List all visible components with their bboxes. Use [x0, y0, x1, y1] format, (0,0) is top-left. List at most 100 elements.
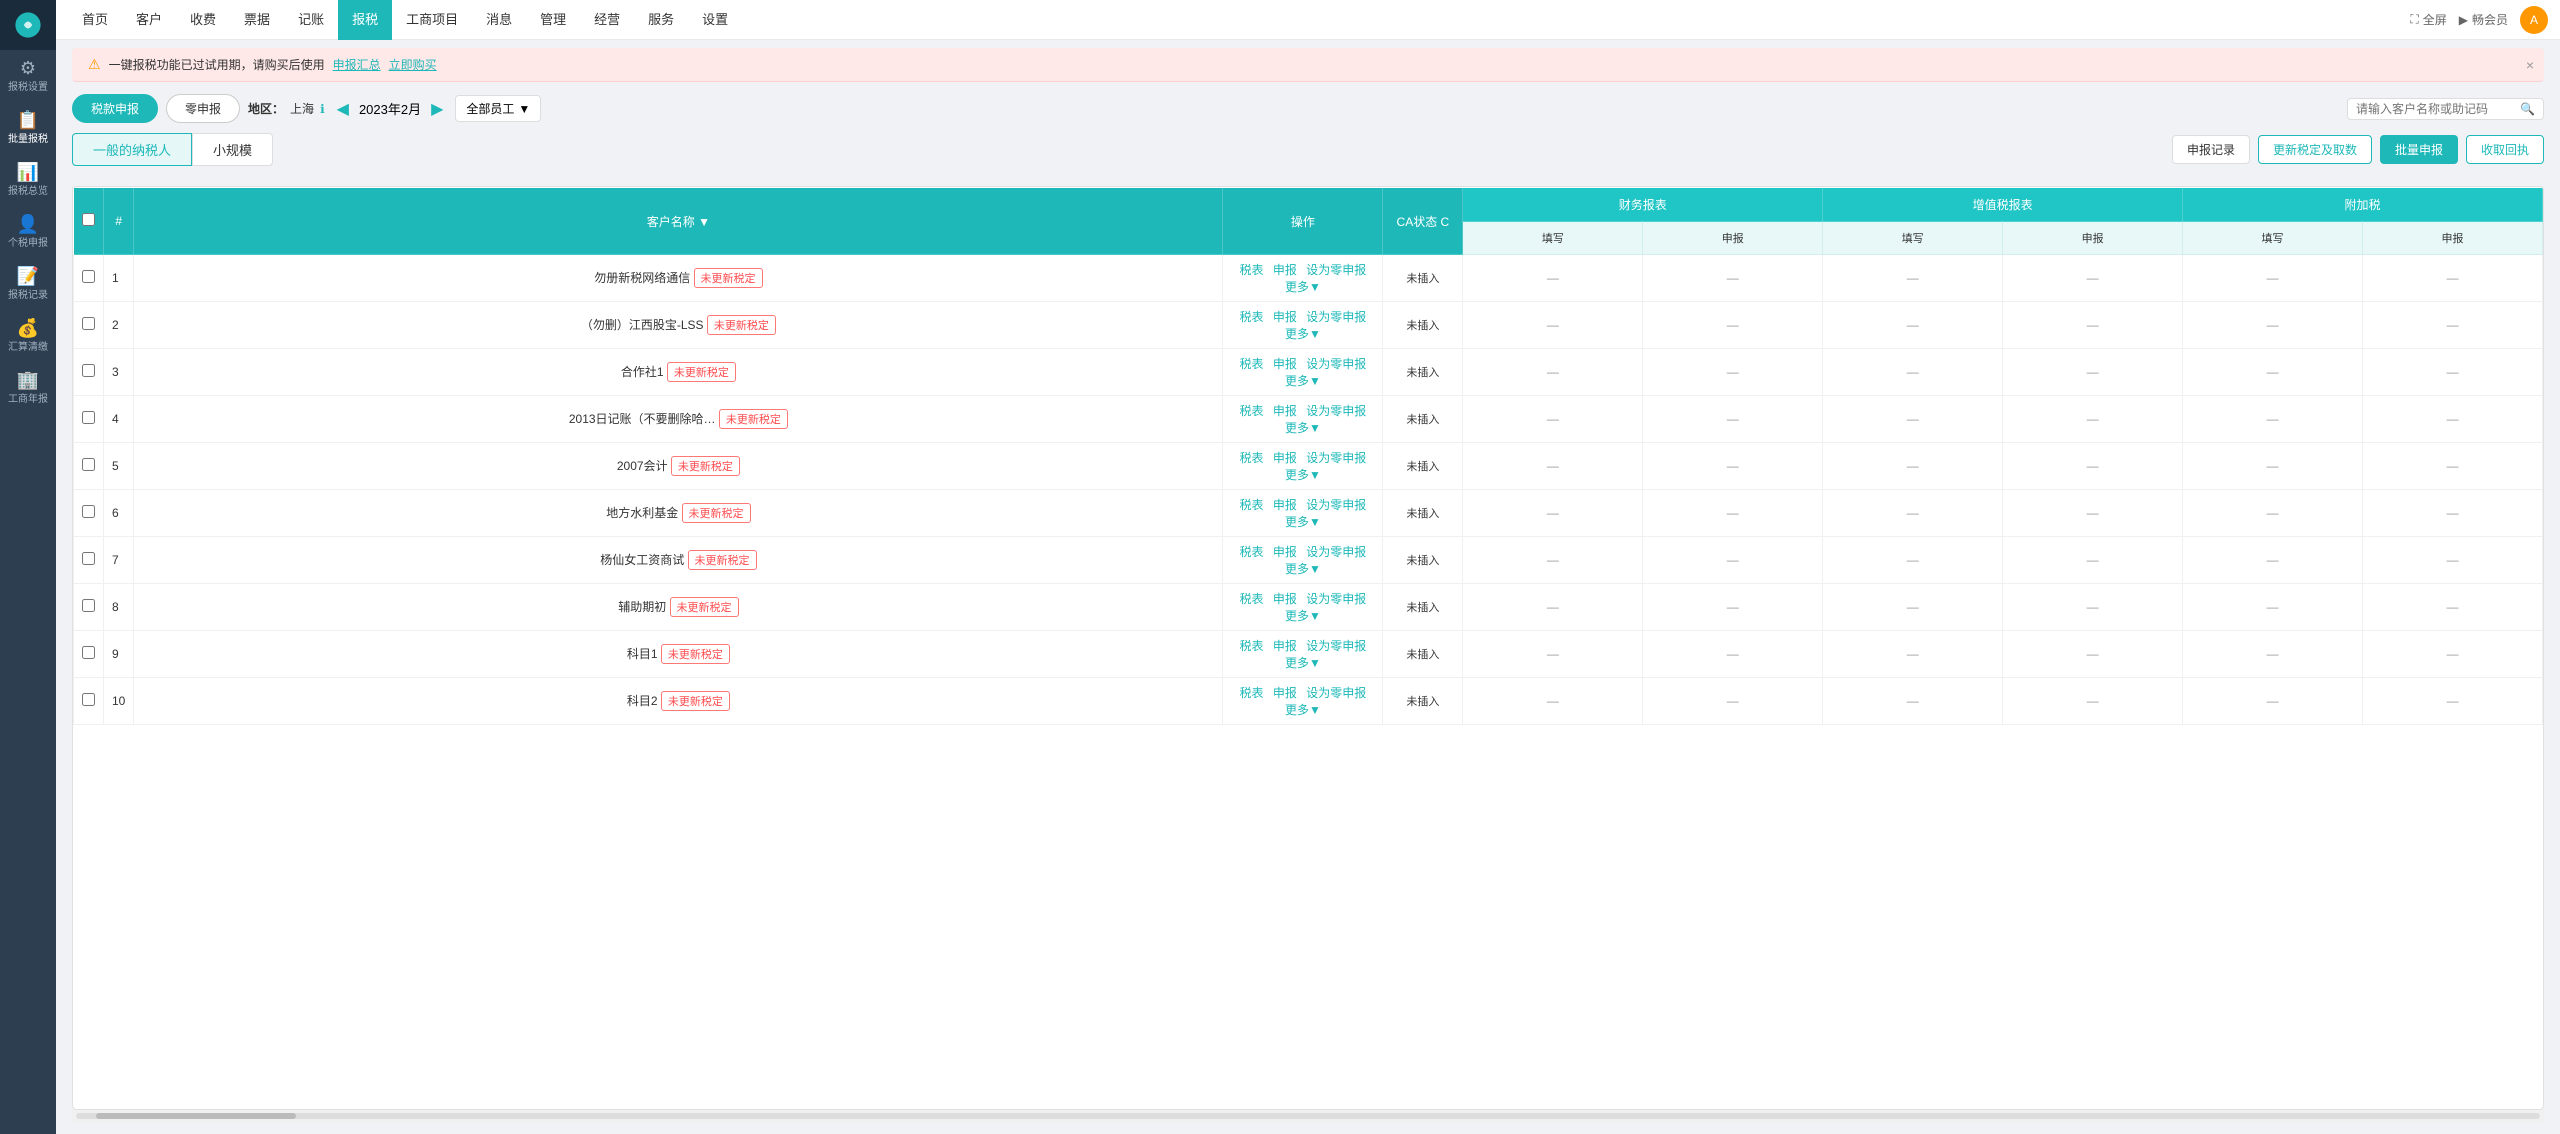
- horizontal-scrollbar[interactable]: [72, 1110, 2544, 1122]
- op-report[interactable]: 申报: [1273, 263, 1297, 277]
- op-zero-report[interactable]: 设为零申报: [1306, 545, 1366, 559]
- op-tax-table[interactable]: 税表: [1240, 404, 1264, 418]
- next-month-button[interactable]: ▶: [427, 99, 447, 119]
- member-button[interactable]: ▶ 畅会员: [2459, 11, 2508, 28]
- op-tax-table[interactable]: 税表: [1240, 310, 1264, 324]
- op-zero-report[interactable]: 设为零申报: [1306, 686, 1366, 700]
- op-more[interactable]: 更多▼: [1285, 656, 1321, 670]
- sub-tab-general[interactable]: 一般的纳税人: [72, 133, 192, 166]
- nav-service[interactable]: 服务: [634, 0, 688, 40]
- op-more[interactable]: 更多▼: [1285, 609, 1321, 623]
- sidebar-item-baoshuizonglan[interactable]: 📊 报税总览: [0, 154, 56, 206]
- sidebar-item-piliangshuibao[interactable]: 📋 批量报税: [0, 102, 56, 154]
- row-checkbox[interactable]: [82, 693, 95, 706]
- dropdown-icon: ▼: [518, 102, 530, 116]
- table-row: 10 科目2 未更新税定 税表 申报 设为零申报 更多▼ 未插入 — — — —…: [74, 678, 2543, 725]
- row-f4: —: [2003, 537, 2183, 584]
- row-checkbox-cell: [74, 678, 104, 725]
- op-report[interactable]: 申报: [1273, 592, 1297, 606]
- op-zero-report[interactable]: 设为零申报: [1306, 404, 1366, 418]
- op-more[interactable]: 更多▼: [1285, 703, 1321, 717]
- op-zero-report[interactable]: 设为零申报: [1306, 310, 1366, 324]
- op-more[interactable]: 更多▼: [1285, 515, 1321, 529]
- op-report[interactable]: 申报: [1273, 310, 1297, 324]
- employee-filter[interactable]: 全部员工 ▼: [455, 95, 541, 122]
- nav-home[interactable]: 首页: [68, 0, 122, 40]
- row-f1: —: [1463, 396, 1643, 443]
- op-zero-report[interactable]: 设为零申报: [1306, 639, 1366, 653]
- row-f2: —: [1643, 443, 1823, 490]
- nav-settings[interactable]: 设置: [688, 0, 742, 40]
- nav-invoice[interactable]: 票据: [230, 0, 284, 40]
- status-badge: 未更新税定: [719, 409, 788, 429]
- op-zero-report[interactable]: 设为零申报: [1306, 592, 1366, 606]
- sub-tabs: 一般的纳税人 小规模: [72, 133, 273, 166]
- op-tax-table[interactable]: 税表: [1240, 357, 1264, 371]
- op-report[interactable]: 申报: [1273, 686, 1297, 700]
- op-report[interactable]: 申报: [1273, 404, 1297, 418]
- row-checkbox[interactable]: [82, 599, 95, 612]
- op-report[interactable]: 申报: [1273, 451, 1297, 465]
- search-input[interactable]: [2356, 102, 2516, 116]
- op-report[interactable]: 申报: [1273, 639, 1297, 653]
- op-more[interactable]: 更多▼: [1285, 421, 1321, 435]
- nav-operation[interactable]: 经营: [580, 0, 634, 40]
- op-tax-table[interactable]: 税表: [1240, 451, 1264, 465]
- op-report[interactable]: 申报: [1273, 357, 1297, 371]
- row-checkbox[interactable]: [82, 411, 95, 424]
- sidebar-item-huisuanjiejiao[interactable]: 💰 汇算清缴: [0, 310, 56, 362]
- op-more[interactable]: 更多▼: [1285, 374, 1321, 388]
- row-f1: —: [1463, 678, 1643, 725]
- op-tax-table[interactable]: 税表: [1240, 686, 1264, 700]
- op-tax-table[interactable]: 税表: [1240, 263, 1264, 277]
- banner-link-buy[interactable]: 立即购买: [389, 56, 437, 73]
- banner-close-button[interactable]: ×: [2526, 57, 2534, 73]
- op-zero-report[interactable]: 设为零申报: [1306, 357, 1366, 371]
- row-checkbox[interactable]: [82, 364, 95, 377]
- fullscreen-button[interactable]: ⛶ 全屏: [2410, 11, 2446, 28]
- banner-link-summary[interactable]: 申报汇总: [333, 56, 381, 73]
- op-more[interactable]: 更多▼: [1285, 280, 1321, 294]
- select-all-checkbox[interactable]: [82, 213, 95, 226]
- btn-records[interactable]: 申报记录: [2172, 135, 2250, 164]
- row-f6: —: [2363, 443, 2543, 490]
- op-tax-table[interactable]: 税表: [1240, 639, 1264, 653]
- op-report[interactable]: 申报: [1273, 498, 1297, 512]
- avatar[interactable]: A: [2520, 6, 2548, 34]
- op-tax-table[interactable]: 税表: [1240, 592, 1264, 606]
- op-tax-table[interactable]: 税表: [1240, 498, 1264, 512]
- sidebar-item-gongshangnianbao[interactable]: 🏢 工商年报: [0, 362, 56, 414]
- nav-charge[interactable]: 收费: [176, 0, 230, 40]
- btn-update[interactable]: 更新税定及取数: [2258, 135, 2372, 164]
- row-checkbox[interactable]: [82, 458, 95, 471]
- btn-batch[interactable]: 批量申报: [2380, 135, 2458, 164]
- op-zero-report[interactable]: 设为零申报: [1306, 498, 1366, 512]
- nav-customer[interactable]: 客户: [122, 0, 176, 40]
- sub-tab-small[interactable]: 小规模: [192, 133, 273, 166]
- nav-message[interactable]: 消息: [472, 0, 526, 40]
- sidebar-item-baoshuijilu[interactable]: 📝 报税记录: [0, 258, 56, 310]
- tab-lingshenbao[interactable]: 零申报: [166, 94, 240, 123]
- row-f1: —: [1463, 584, 1643, 631]
- tab-shenbaoshenqing[interactable]: 税款申报: [72, 94, 158, 123]
- row-checkbox[interactable]: [82, 646, 95, 659]
- nav-tax[interactable]: 报税: [338, 0, 392, 40]
- op-more[interactable]: 更多▼: [1285, 468, 1321, 482]
- row-checkbox[interactable]: [82, 505, 95, 518]
- row-checkbox[interactable]: [82, 317, 95, 330]
- op-more[interactable]: 更多▼: [1285, 327, 1321, 341]
- op-tax-table[interactable]: 税表: [1240, 545, 1264, 559]
- nav-bookkeeping[interactable]: 记账: [284, 0, 338, 40]
- op-zero-report[interactable]: 设为零申报: [1306, 263, 1366, 277]
- prev-month-button[interactable]: ◀: [333, 99, 353, 119]
- btn-collect[interactable]: 收取回执: [2466, 135, 2544, 164]
- row-checkbox[interactable]: [82, 552, 95, 565]
- nav-business[interactable]: 工商项目: [392, 0, 472, 40]
- op-report[interactable]: 申报: [1273, 545, 1297, 559]
- op-zero-report[interactable]: 设为零申报: [1306, 451, 1366, 465]
- nav-management[interactable]: 管理: [526, 0, 580, 40]
- sidebar-item-geshushensbao[interactable]: 👤 个税申报: [0, 206, 56, 258]
- op-more[interactable]: 更多▼: [1285, 562, 1321, 576]
- sidebar-item-baoshuishezhi[interactable]: ⚙ 报税设置: [0, 50, 56, 102]
- row-checkbox[interactable]: [82, 270, 95, 283]
